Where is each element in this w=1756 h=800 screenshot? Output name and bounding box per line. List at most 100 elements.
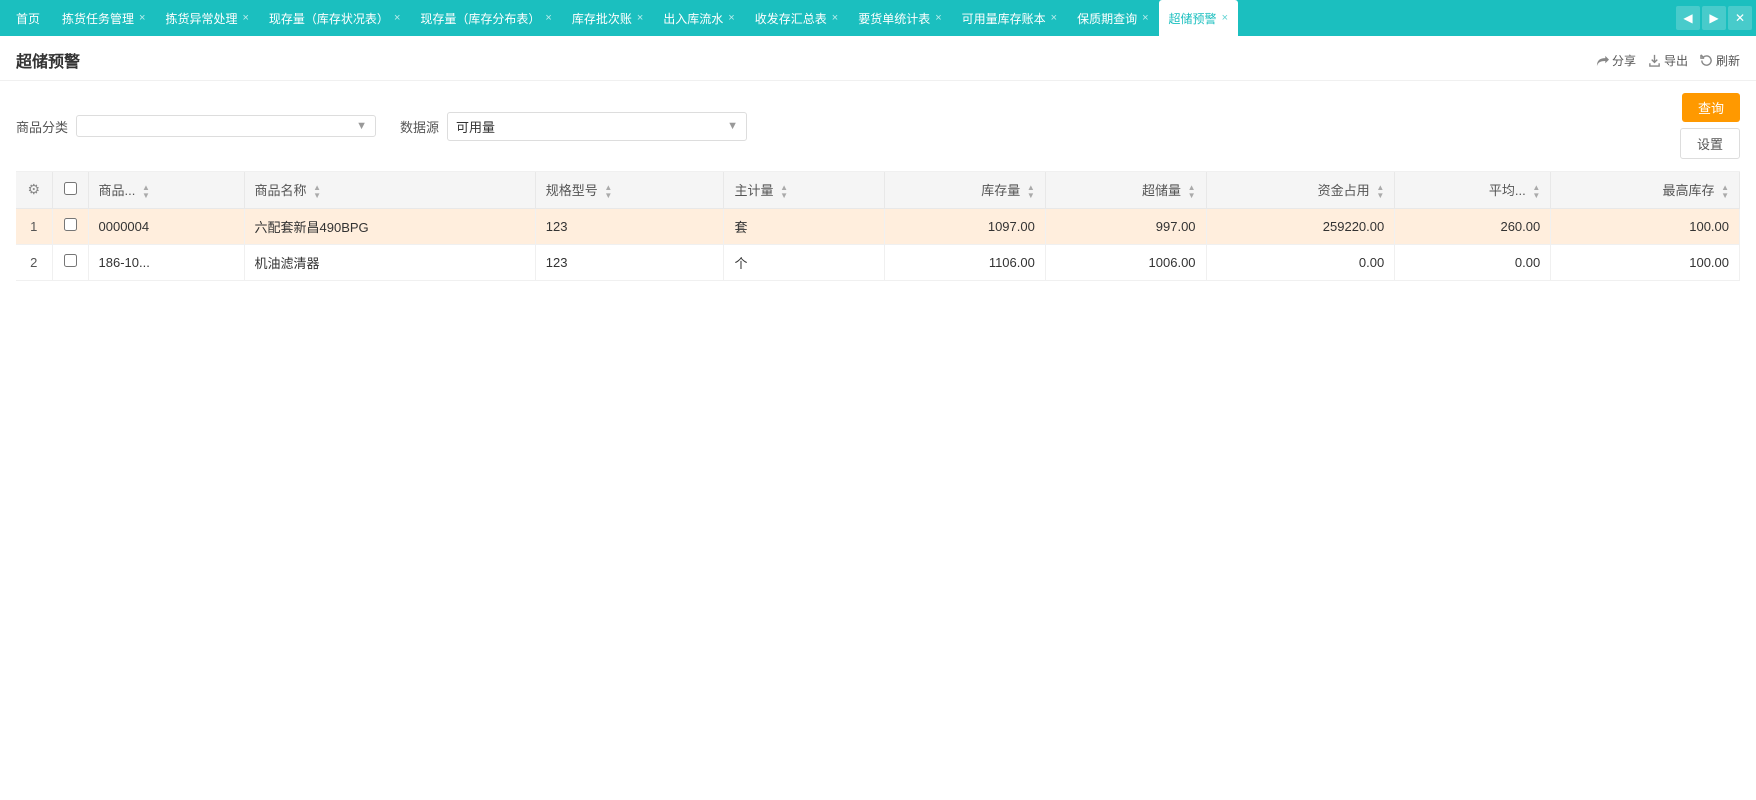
- row-checkbox-cell: [52, 244, 88, 280]
- row-checkbox-cell: [52, 208, 88, 244]
- col-avg-label: 平均...: [1489, 183, 1526, 198]
- col-avg[interactable]: 平均... ▲▼: [1395, 172, 1551, 208]
- close-icon[interactable]: ×: [394, 12, 400, 24]
- page-header: 超储预警 分享 导出 刷新: [0, 36, 1756, 81]
- data-table-container: ⚙ 商品... ▲▼ 商品名称 ▲▼ 规格型号 ▲▼ 主计: [0, 172, 1756, 281]
- set-button[interactable]: 设置: [1680, 128, 1740, 159]
- chevron-down-icon: ▼: [356, 120, 367, 132]
- nav-tab-xiancunliang2[interactable]: 现存量（库存分布表） ×: [410, 0, 561, 36]
- unit-cell: 个: [724, 244, 885, 280]
- row-checkbox[interactable]: [64, 254, 77, 267]
- nav-tab-kucunpici[interactable]: 库存批次账 ×: [562, 0, 653, 36]
- header-actions: 分享 导出 刷新: [1596, 52, 1740, 69]
- row-checkbox[interactable]: [64, 218, 77, 231]
- product-name-cell: 机油滤清器: [244, 244, 535, 280]
- nav-tab-keyongliang[interactable]: 可用量库存账本 ×: [952, 0, 1067, 36]
- filter-buttons: 查询 设置: [1680, 93, 1740, 159]
- col-unit-label: 主计量: [734, 183, 773, 198]
- share-icon: [1596, 54, 1609, 67]
- chevron-down-icon: ▼: [727, 120, 738, 132]
- close-icon[interactable]: ×: [832, 12, 838, 24]
- sort-icon: ▲▼: [1721, 184, 1729, 200]
- nav-tab-churukuliushui[interactable]: 出入库流水 ×: [653, 0, 744, 36]
- avg-cell: 260.00: [1395, 208, 1551, 244]
- select-all-checkbox[interactable]: [64, 182, 77, 195]
- nav-tab-yaohuo[interactable]: 要货单统计表 ×: [848, 0, 951, 36]
- query-button[interactable]: 查询: [1682, 93, 1740, 122]
- col-capital[interactable]: 资金占用 ▲▼: [1206, 172, 1395, 208]
- spec-cell: 123: [535, 208, 724, 244]
- nav-tab-chaochuyujing[interactable]: 超储预警 ×: [1159, 0, 1238, 36]
- nav-close-button[interactable]: ✕: [1728, 6, 1752, 30]
- spec-cell: 123: [535, 244, 724, 280]
- col-spec[interactable]: 规格型号 ▲▼: [535, 172, 724, 208]
- close-icon[interactable]: ×: [545, 12, 551, 24]
- filter-category: 商品分类 ▼: [16, 115, 376, 137]
- col-product-name-label: 商品名称: [255, 183, 307, 198]
- settings-icon[interactable]: ⚙: [27, 181, 40, 197]
- nav-tab-xiancunliang1[interactable]: 现存量（库存状况表） ×: [259, 0, 410, 36]
- sort-icon: ▲▼: [313, 184, 321, 200]
- share-action[interactable]: 分享: [1596, 52, 1636, 69]
- nav-prev-button[interactable]: ◀: [1676, 6, 1700, 30]
- max-stock-cell: 100.00: [1551, 208, 1740, 244]
- nav-home[interactable]: 首页: [4, 0, 52, 36]
- nav-tab-jianhuo-yichang[interactable]: 拣货异常处理 ×: [155, 0, 258, 36]
- col-capital-label: 资金占用: [1318, 183, 1370, 198]
- row-number: 1: [16, 208, 52, 244]
- export-action[interactable]: 导出: [1648, 52, 1688, 69]
- nav-arrows-group: ◀ ▶ ✕: [1674, 6, 1752, 30]
- col-unit[interactable]: 主计量 ▲▼: [724, 172, 885, 208]
- nav-tab-jianhuorenwuguanli[interactable]: 拣货任务管理 ×: [52, 0, 155, 36]
- stock-cell: 1106.00: [885, 244, 1046, 280]
- close-icon[interactable]: ×: [242, 12, 248, 24]
- close-icon[interactable]: ×: [1222, 12, 1228, 24]
- filter-datasource: 数据源 可用量 ▼: [400, 112, 747, 141]
- category-select[interactable]: ▼: [76, 115, 376, 137]
- sort-icon: ▲▼: [1188, 184, 1196, 200]
- col-checkbox-header: [52, 172, 88, 208]
- datasource-label: 数据源: [400, 117, 439, 136]
- col-product-code[interactable]: 商品... ▲▼: [88, 172, 244, 208]
- table-body: 1 0000004 六配套新昌490BPG 123 套 1097.00 997.…: [16, 208, 1740, 280]
- nav-tab-shoufacun[interactable]: 收发存汇总表 ×: [745, 0, 848, 36]
- overstock-cell: 997.00: [1045, 208, 1206, 244]
- sort-icon: ▲▼: [780, 184, 788, 200]
- nav-tab-baozhi[interactable]: 保质期查询 ×: [1067, 0, 1158, 36]
- sort-icon: ▲▼: [1376, 184, 1384, 200]
- close-icon[interactable]: ×: [728, 12, 734, 24]
- table-header-row: ⚙ 商品... ▲▼ 商品名称 ▲▼ 规格型号 ▲▼ 主计: [16, 172, 1740, 208]
- product-code-cell: 0000004: [88, 208, 244, 244]
- max-stock-cell: 100.00: [1551, 244, 1740, 280]
- close-icon[interactable]: ×: [935, 12, 941, 24]
- product-name-cell: 六配套新昌490BPG: [244, 208, 535, 244]
- nav-next-button[interactable]: ▶: [1702, 6, 1726, 30]
- datasource-select[interactable]: 可用量 ▼: [447, 112, 747, 141]
- col-max-stock-label: 最高库存: [1662, 183, 1714, 198]
- table-row: 1 0000004 六配套新昌490BPG 123 套 1097.00 997.…: [16, 208, 1740, 244]
- refresh-icon: [1700, 54, 1713, 67]
- col-settings: ⚙: [16, 172, 52, 208]
- close-icon[interactable]: ×: [1142, 12, 1148, 24]
- top-navigation: 首页 拣货任务管理 × 拣货异常处理 × 现存量（库存状况表） × 现存量（库存…: [0, 0, 1756, 36]
- refresh-action[interactable]: 刷新: [1700, 52, 1740, 69]
- close-icon[interactable]: ×: [637, 12, 643, 24]
- stock-cell: 1097.00: [885, 208, 1046, 244]
- col-max-stock[interactable]: 最高库存 ▲▼: [1551, 172, 1740, 208]
- page-title: 超储预警: [16, 48, 80, 72]
- sort-icon: ▲▼: [1027, 184, 1035, 200]
- category-label: 商品分类: [16, 117, 68, 136]
- col-spec-label: 规格型号: [546, 183, 598, 198]
- export-icon: [1648, 54, 1661, 67]
- row-number: 2: [16, 244, 52, 280]
- col-product-name[interactable]: 商品名称 ▲▼: [244, 172, 535, 208]
- col-stock[interactable]: 库存量 ▲▼: [885, 172, 1046, 208]
- close-icon[interactable]: ×: [139, 12, 145, 24]
- sort-icon: ▲▼: [1532, 184, 1540, 200]
- col-overstock[interactable]: 超储量 ▲▼: [1045, 172, 1206, 208]
- col-product-code-label: 商品...: [99, 183, 136, 198]
- sort-icon: ▲▼: [142, 184, 150, 200]
- col-stock-label: 库存量: [981, 183, 1020, 198]
- close-icon[interactable]: ×: [1051, 12, 1057, 24]
- datasource-select-value: 可用量: [456, 117, 723, 136]
